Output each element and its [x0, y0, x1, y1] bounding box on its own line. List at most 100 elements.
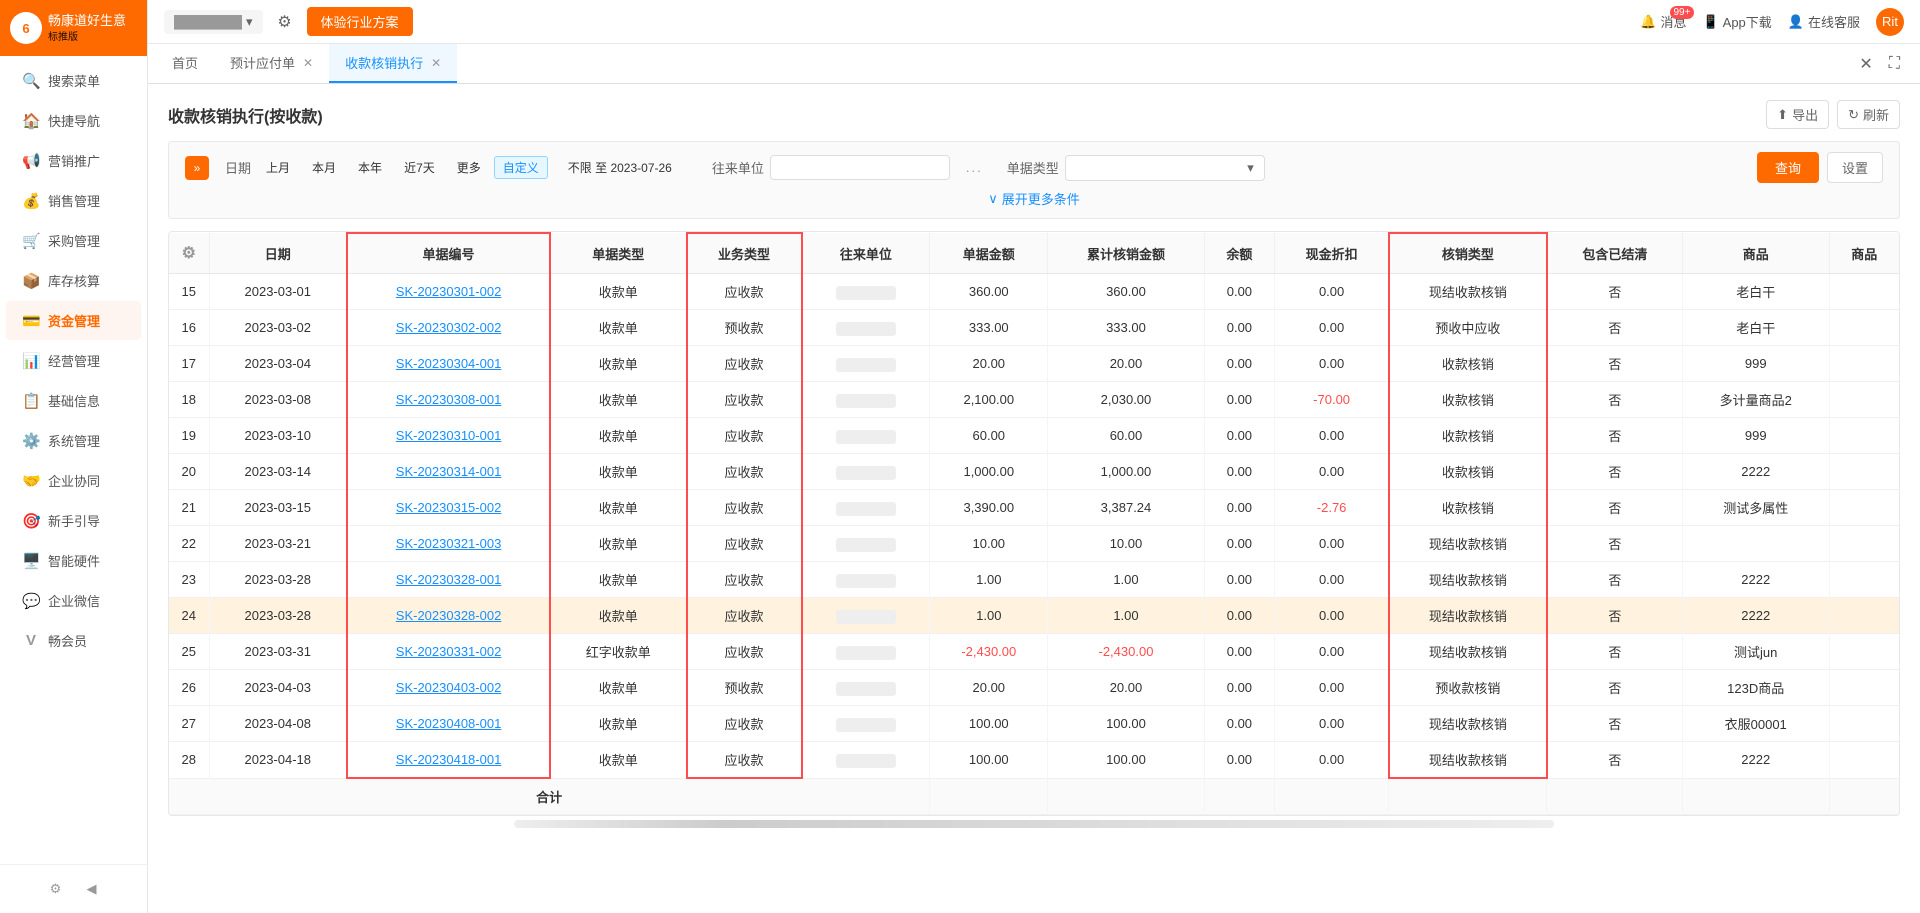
date-btn-this-month[interactable]: 本月 [303, 156, 345, 179]
messages-btn[interactable]: 🔔 消息 99+ [1640, 12, 1686, 31]
cell-doc-no[interactable]: SK-20230308-001 [347, 382, 550, 418]
cell-product1: 2222 [1682, 598, 1829, 634]
cell-write-off-type: 收款核销 [1389, 418, 1547, 454]
cell-doc-no[interactable]: SK-20230310-001 [347, 418, 550, 454]
collab-icon: 🤝 [22, 472, 40, 490]
solution-btn[interactable]: 体验行业方案 [307, 7, 413, 36]
table-gear-icon[interactable]: ⚙ [182, 245, 196, 262]
cell-product2 [1829, 598, 1899, 634]
cell-doc-no[interactable]: SK-20230315-002 [347, 490, 550, 526]
mobile-icon: 📱 [1702, 14, 1718, 30]
sidebar-item-enterprise-wechat[interactable]: 💬 企业微信 [6, 581, 141, 620]
refresh-btn[interactable]: ↻ 刷新 [1837, 100, 1900, 129]
cell-partner [802, 706, 930, 742]
cell-doc-type: 收款单 [550, 742, 686, 779]
sidebar-item-smart-hardware[interactable]: 🖥️ 智能硬件 [6, 541, 141, 580]
expand-more-btn[interactable]: ∨ 展开更多条件 [988, 189, 1080, 208]
cell-doc-no[interactable]: SK-20230302-002 [347, 310, 550, 346]
cell-doc-no[interactable]: SK-20230314-001 [347, 454, 550, 490]
cell-write-off-amount: 2,030.00 [1048, 382, 1204, 418]
settings-bottom-btn[interactable]: ⚙ [40, 873, 72, 905]
cell-doc-no[interactable]: SK-20230328-002 [347, 598, 550, 634]
partner-input[interactable] [770, 155, 950, 180]
filter-dots: ... [966, 160, 983, 175]
cell-date: 2023-03-08 [209, 382, 347, 418]
sidebar-item-search-menu[interactable]: 🔍 搜索菜单 [6, 61, 141, 100]
cell-write-off-amount: 100.00 [1048, 742, 1204, 779]
cell-date: 2023-03-15 [209, 490, 347, 526]
avatar[interactable]: Rit [1876, 8, 1904, 36]
th-doc-type: 单据类型 [550, 233, 686, 274]
date-btn-more[interactable]: 更多 [448, 156, 490, 179]
table-row: 18 2023-03-08 SK-20230308-001 收款单 应收款 2,… [169, 382, 1899, 418]
sidebar-item-enterprise-collab[interactable]: 🤝 企业协同 [6, 461, 141, 500]
header-gear-btn[interactable]: ⚙ [271, 8, 299, 36]
cell-product2 [1829, 526, 1899, 562]
th-biz-type: 业务类型 [687, 233, 802, 274]
sidebar-item-newbie-guide[interactable]: 🎯 新手引导 [6, 501, 141, 540]
sidebar-item-marketing[interactable]: 📢 营销推广 [6, 141, 141, 180]
tab-collect-exec-close[interactable]: ✕ [431, 56, 441, 70]
app-download-label: App下载 [1723, 12, 1772, 31]
sidebar-item-purchase-mgmt[interactable]: 🛒 采购管理 [6, 221, 141, 260]
cell-doc-no[interactable]: SK-20230418-001 [347, 742, 550, 779]
main-area: ████████ ▾ ⚙ 体验行业方案 🔔 消息 99+ 📱 App下载 👤 在… [148, 0, 1920, 913]
tab-expand-icon[interactable]: ⛶ [1885, 55, 1904, 73]
cell-doc-no[interactable]: SK-20230321-003 [347, 526, 550, 562]
cell-write-off-amount: 1,000.00 [1048, 454, 1204, 490]
filter-expand-arrow[interactable]: » [185, 156, 209, 180]
cell-product2 [1829, 742, 1899, 779]
sidebar-item-basic-info[interactable]: 📋 基础信息 [6, 381, 141, 420]
cell-doc-no[interactable]: SK-20230304-001 [347, 346, 550, 382]
sidebar-item-capital-mgmt[interactable]: 💳 资金管理 [6, 301, 141, 340]
online-service-btn[interactable]: 👤 在线客服 [1788, 12, 1860, 31]
cell-biz-type: 应收款 [687, 382, 802, 418]
sidebar-label-sales: 销售管理 [48, 191, 100, 210]
app-download-btn[interactable]: 📱 App下载 [1702, 12, 1771, 31]
date-btn-last-month[interactable]: 上月 [257, 156, 299, 179]
guide-icon: 🎯 [22, 512, 40, 530]
cell-balance: 0.00 [1204, 562, 1275, 598]
cell-biz-type: 应收款 [687, 634, 802, 670]
table-row: 17 2023-03-04 SK-20230304-001 收款单 应收款 20… [169, 346, 1899, 382]
cell-cash-discount: 0.00 [1275, 562, 1389, 598]
sidebar-item-system-mgmt[interactable]: ⚙️ 系统管理 [6, 421, 141, 460]
export-btn[interactable]: ⬆ 导出 [1766, 100, 1829, 129]
table-row: 27 2023-04-08 SK-20230408-001 收款单 应收款 10… [169, 706, 1899, 742]
setting-btn[interactable]: 设置 [1827, 152, 1883, 183]
cell-no: 28 [169, 742, 209, 779]
cell-write-off-amount: 60.00 [1048, 418, 1204, 454]
tab-pre-collect-close[interactable]: ✕ [303, 56, 313, 70]
tab-home[interactable]: 首页 [156, 44, 214, 83]
tab-pre-collect-label: 预计应付单 [230, 53, 295, 72]
cell-doc-no[interactable]: SK-20230331-002 [347, 634, 550, 670]
cell-product1: 测试jun [1682, 634, 1829, 670]
store-selector[interactable]: ████████ ▾ [164, 10, 263, 34]
sidebar-item-operations[interactable]: 📊 经营管理 [6, 341, 141, 380]
cell-write-off-type: 现结收款核销 [1389, 742, 1547, 779]
date-btn-custom[interactable]: 自定义 [494, 156, 548, 179]
bell-icon: 🔔 [1640, 14, 1656, 30]
sidebar-item-sales-mgmt[interactable]: 💰 销售管理 [6, 181, 141, 220]
tab-collect-exec[interactable]: 收款核销执行 ✕ [329, 44, 457, 83]
date-btn-last-7-days[interactable]: 近7天 [395, 156, 444, 179]
cell-biz-type: 应收款 [687, 274, 802, 310]
cell-doc-no[interactable]: SK-20230328-001 [347, 562, 550, 598]
date-btn-this-year[interactable]: 本年 [349, 156, 391, 179]
sidebar-item-quick-nav[interactable]: 🏠 快捷导航 [6, 101, 141, 140]
query-btn[interactable]: 查询 [1757, 152, 1819, 183]
collapse-btn[interactable]: ◀ [76, 873, 108, 905]
cell-doc-no[interactable]: SK-20230301-002 [347, 274, 550, 310]
cell-partner [802, 418, 930, 454]
sidebar-item-membership[interactable]: V 畅会员 [6, 621, 141, 660]
cell-date: 2023-03-31 [209, 634, 347, 670]
tab-close-all-icon[interactable]: ✕ [1855, 54, 1876, 74]
cell-doc-no[interactable]: SK-20230408-001 [347, 706, 550, 742]
doctype-select[interactable]: ▾ [1065, 155, 1265, 181]
sidebar-item-inventory[interactable]: 📦 库存核算 [6, 261, 141, 300]
tab-pre-collect[interactable]: 预计应付单 ✕ [214, 44, 329, 83]
th-gear[interactable]: ⚙ [169, 233, 209, 274]
scroll-hint-bar[interactable] [514, 820, 1553, 828]
cell-doc-no[interactable]: SK-20230403-002 [347, 670, 550, 706]
cell-cash-discount: -2.76 [1275, 490, 1389, 526]
